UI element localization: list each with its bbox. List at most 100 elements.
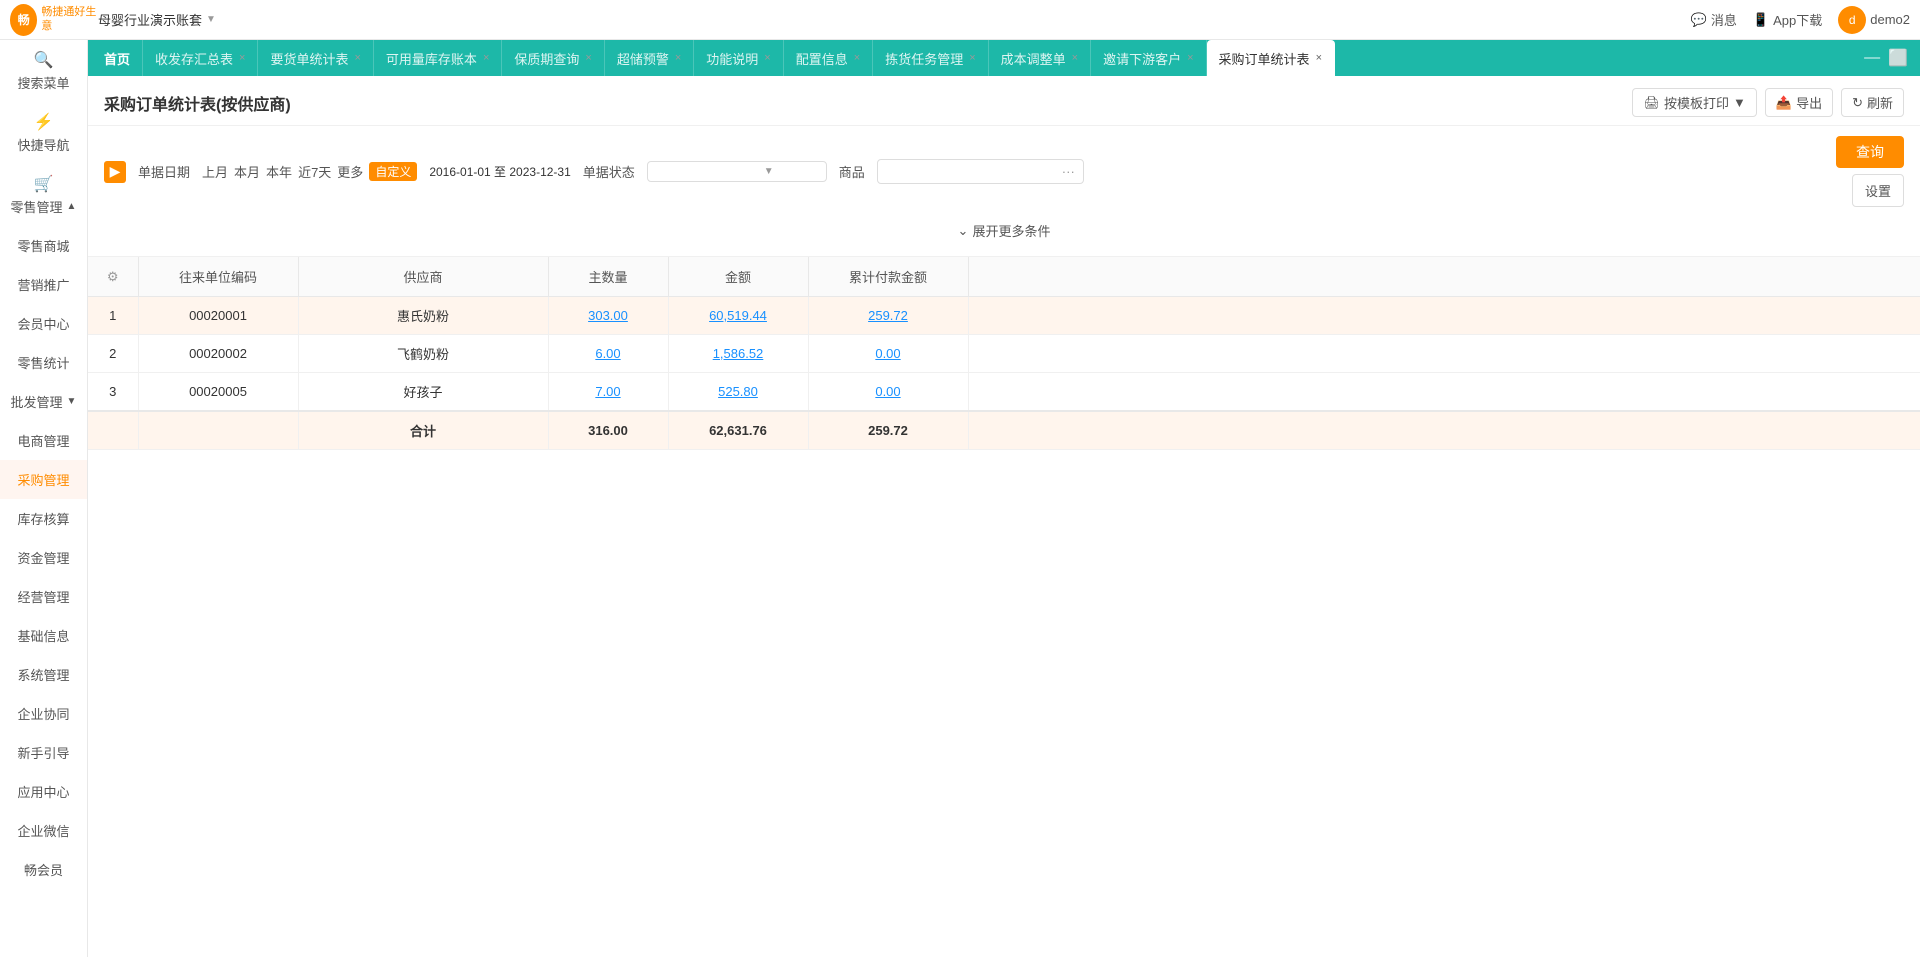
sidebar-item-purchase[interactable]: 采购管理 bbox=[0, 460, 87, 499]
sidebar-item-ecommerce[interactable]: 电商管理 bbox=[0, 421, 87, 460]
row3-amount-link[interactable]: 525.80 bbox=[718, 384, 758, 399]
date-shortcut-this-year[interactable]: 本年 bbox=[266, 162, 292, 181]
col-header-extra bbox=[968, 257, 1920, 297]
tab-close-icon[interactable]: × bbox=[1187, 52, 1193, 64]
sidebar-item-system[interactable]: 系统管理 bbox=[0, 655, 87, 694]
sidebar-item-operations[interactable]: 经营管理 bbox=[0, 577, 87, 616]
date-shortcut-this-month[interactable]: 本月 bbox=[234, 162, 260, 181]
logo-abbr: 畅 bbox=[18, 11, 30, 28]
tab-pick-task-label: 拣货任务管理 bbox=[885, 49, 963, 68]
row1-amount-link[interactable]: 60,519.44 bbox=[709, 308, 767, 323]
row1-paid-link[interactable]: 259.72 bbox=[868, 308, 908, 323]
tab-close-icon[interactable]: × bbox=[675, 52, 681, 64]
tab-cost-adjust[interactable]: 成本调整单 × bbox=[989, 40, 1091, 76]
expand-more-btn[interactable]: ⌄ 展开更多条件 bbox=[958, 221, 1051, 240]
settings-btn[interactable]: 设置 bbox=[1852, 174, 1904, 207]
tab-close-icon[interactable]: × bbox=[239, 52, 245, 64]
tab-inventory-book[interactable]: 可用量库存账本 × bbox=[374, 40, 502, 76]
shortcut-icon: ⚡ bbox=[0, 112, 87, 132]
sidebar-item-retail[interactable]: 🛒 零售管理 ▲ bbox=[0, 164, 87, 226]
tabs-minimize-btn[interactable]: — bbox=[1864, 49, 1880, 67]
user-profile-btn[interactable]: d demo2 bbox=[1838, 6, 1910, 34]
query-btn[interactable]: 查询 bbox=[1836, 136, 1904, 168]
workspace-selector[interactable]: 母婴行业演示账套 ▼ bbox=[98, 10, 1691, 29]
sidebar-item-inventory[interactable]: 库存核算 bbox=[0, 499, 87, 538]
workspace-arrow-icon: ▼ bbox=[206, 14, 216, 25]
tab-invite-downstream[interactable]: 邀请下游客户 × bbox=[1091, 40, 1206, 76]
tab-close-icon[interactable]: × bbox=[483, 52, 489, 64]
cell-row3-num: 3 bbox=[88, 373, 138, 412]
wholesale-arrow-icon: ▼ bbox=[67, 396, 77, 407]
col-header-code: 往来单位编码 bbox=[138, 257, 298, 297]
tab-function-desc[interactable]: 功能说明 × bbox=[694, 40, 783, 76]
date-shortcut-7days[interactable]: 近7天 bbox=[298, 162, 331, 181]
tab-close-icon[interactable]: × bbox=[1072, 52, 1078, 64]
print-dropdown-icon: ▼ bbox=[1733, 95, 1746, 110]
logo-text: 畅捷通好生意 bbox=[41, 6, 98, 32]
sidebar-item-wholesale[interactable]: 批发管理 ▼ bbox=[0, 382, 87, 421]
row2-qty-link[interactable]: 6.00 bbox=[595, 346, 620, 361]
footer-empty bbox=[88, 411, 138, 450]
page-header-actions: 🖨 按模板打印 ▼ 📤 导出 ↻ 刷新 bbox=[1632, 88, 1904, 117]
message-icon: 💬 bbox=[1691, 12, 1707, 28]
sidebar-item-enterprise[interactable]: 企业协同 bbox=[0, 694, 87, 733]
sidebar-item-member[interactable]: 会员中心 bbox=[0, 304, 87, 343]
sidebar-item-newbie[interactable]: 新手引导 bbox=[0, 733, 87, 772]
table-row: 2 00020002 飞鹤奶粉 6.00 1,586.52 0.00 bbox=[88, 335, 1920, 373]
filter-toggle-btn[interactable]: ▶ bbox=[104, 161, 126, 183]
tabs-right-controls: — ⬜ bbox=[1864, 48, 1916, 68]
refresh-btn[interactable]: ↻ 刷新 bbox=[1841, 88, 1904, 117]
tab-close-icon[interactable]: × bbox=[764, 52, 770, 64]
row1-qty-link[interactable]: 303.00 bbox=[588, 308, 628, 323]
sidebar-item-finance-label: 资金管理 bbox=[0, 548, 87, 567]
sidebar-item-retail-stat[interactable]: 零售统计 bbox=[0, 343, 87, 382]
date-shortcut-last-month[interactable]: 上月 bbox=[202, 162, 228, 181]
row2-amount-link[interactable]: 1,586.52 bbox=[713, 346, 764, 361]
tab-config-info[interactable]: 配置信息 × bbox=[784, 40, 873, 76]
app-download-btn[interactable]: 📱 App下载 bbox=[1753, 10, 1822, 29]
row3-qty-link[interactable]: 7.00 bbox=[595, 384, 620, 399]
tab-close-icon[interactable]: × bbox=[585, 52, 591, 64]
tab-pick-task[interactable]: 拣货任务管理 × bbox=[873, 40, 988, 76]
tab-active-close-icon[interactable]: × bbox=[1316, 52, 1322, 64]
tab-close-icon[interactable]: × bbox=[354, 52, 360, 64]
page-inner: 采购订单统计表(按供应商) 🖨 按模板打印 ▼ 📤 导出 ↻ bbox=[88, 76, 1920, 957]
date-shortcut-more[interactable]: 更多 bbox=[337, 162, 363, 181]
tab-purchase-stat[interactable]: 要货单统计表 × bbox=[258, 40, 373, 76]
print-template-btn[interactable]: 🖨 按模板打印 ▼ bbox=[1632, 88, 1756, 117]
sidebar-item-wechat[interactable]: 企业微信 bbox=[0, 811, 87, 850]
sidebar-item-member2[interactable]: 畅会员 bbox=[0, 850, 87, 889]
sidebar-item-basic[interactable]: 基础信息 bbox=[0, 616, 87, 655]
sidebar-item-search-label: 搜索菜单 bbox=[0, 73, 87, 92]
sidebar-item-app-center[interactable]: 应用中心 bbox=[0, 772, 87, 811]
row2-paid-link[interactable]: 0.00 bbox=[875, 346, 900, 361]
table-footer-row: 合计 316.00 62,631.76 259.72 bbox=[88, 411, 1920, 450]
message-btn[interactable]: 💬 消息 bbox=[1691, 10, 1737, 29]
print-template-label: 按模板打印 bbox=[1664, 93, 1729, 112]
goods-input-more-icon[interactable]: ··· bbox=[1062, 164, 1075, 179]
tabs-maximize-btn[interactable]: ⬜ bbox=[1888, 48, 1908, 68]
sidebar-item-marketing[interactable]: 营销推广 bbox=[0, 265, 87, 304]
sidebar-item-finance[interactable]: 资金管理 bbox=[0, 538, 87, 577]
tab-close-icon[interactable]: × bbox=[854, 52, 860, 64]
tab-expiry-query[interactable]: 保质期查询 × bbox=[502, 40, 604, 76]
tab-home[interactable]: 首页 bbox=[92, 40, 143, 76]
goods-input-field[interactable] bbox=[886, 164, 1062, 179]
tab-purchase-order-stat[interactable]: 采购订单统计表 × bbox=[1207, 40, 1335, 76]
sidebar-item-retail-stat-label: 零售统计 bbox=[0, 353, 87, 372]
filter-row-date: ▶ 单据日期 上月 本月 本年 近7天 更多 自定义 2016-01-01 至 … bbox=[104, 136, 1904, 207]
tab-collect-summary[interactable]: 收发存汇总表 × bbox=[143, 40, 258, 76]
status-select[interactable]: ▼ bbox=[647, 161, 827, 182]
sidebar-item-retail-shop[interactable]: 零售商城 bbox=[0, 226, 87, 265]
col-header-paid: 累计付款金额 bbox=[808, 257, 968, 297]
export-btn[interactable]: 📤 导出 bbox=[1765, 88, 1833, 117]
sidebar-item-search[interactable]: 🔍 搜索菜单 bbox=[0, 40, 87, 102]
column-settings-icon[interactable]: ⚙ bbox=[107, 269, 119, 284]
tab-overstock[interactable]: 超储预警 × bbox=[605, 40, 694, 76]
custom-date-tag[interactable]: 自定义 bbox=[369, 162, 417, 181]
row3-paid-link[interactable]: 0.00 bbox=[875, 384, 900, 399]
sidebar-item-shortcut[interactable]: ⚡ 快捷导航 bbox=[0, 102, 87, 164]
goods-input[interactable]: ··· bbox=[877, 159, 1084, 184]
tab-close-icon[interactable]: × bbox=[969, 52, 975, 64]
sidebar-item-enterprise-label: 企业协同 bbox=[0, 704, 87, 723]
